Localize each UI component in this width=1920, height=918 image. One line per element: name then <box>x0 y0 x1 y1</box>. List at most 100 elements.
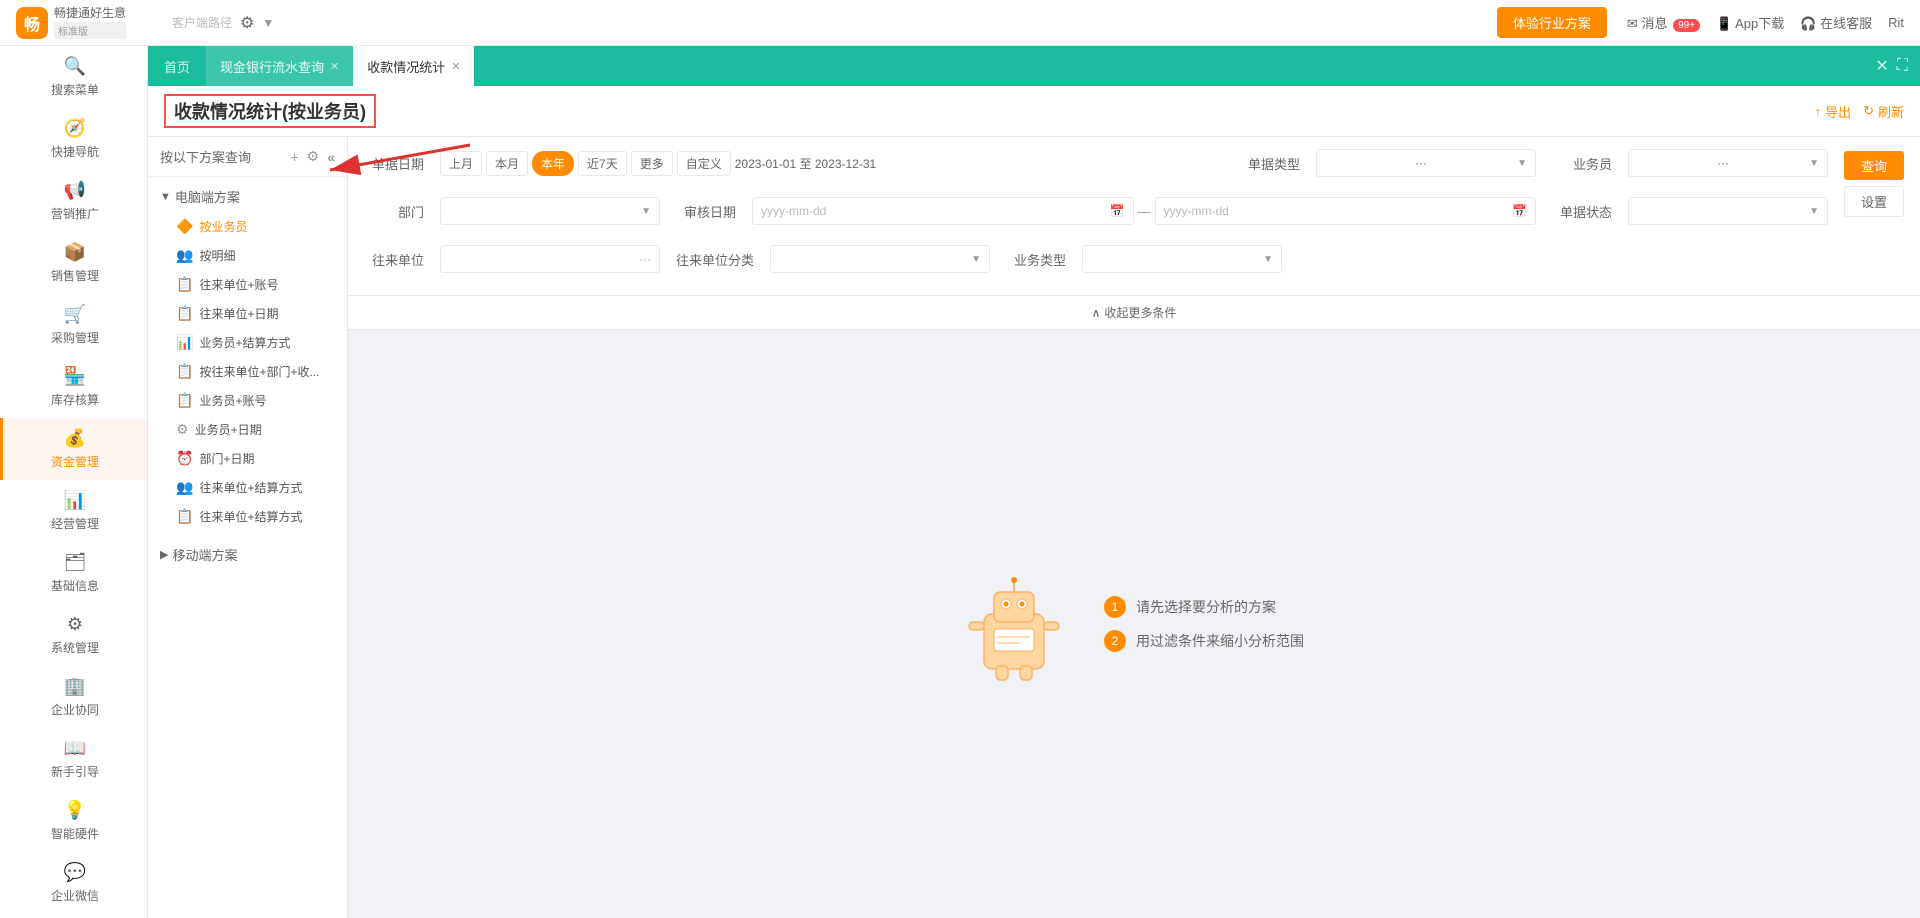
sidebar-item-finance-label: 资金管理 <box>51 453 99 470</box>
collapse-bar[interactable]: ∧ 收起更多条件 <box>348 296 1920 330</box>
page-header-actions: ↑ 导出 ↻ 刷新 <box>1815 102 1904 121</box>
scheme-item-dc-label: 按往来单位+部门+收... <box>199 363 319 380</box>
app-download-area[interactable]: 📱 App下载 <box>1716 13 1784 32</box>
download-icon: 📱 <box>1716 16 1732 31</box>
service-icon: 🎧 <box>1800 16 1816 31</box>
trial-btn[interactable]: 体验行业方案 <box>1497 7 1607 38</box>
scheme-item-counterparty-date[interactable]: 📋 往来单位+日期 <box>148 299 347 328</box>
app-download-label: App下载 <box>1735 16 1784 31</box>
dept-select[interactable]: ▼ <box>440 197 660 225</box>
scheme-item-cs1-icon: 👥 <box>176 479 193 496</box>
scheme-item-detail-icon: 👥 <box>176 247 193 264</box>
scheme-collapse-icon[interactable]: « <box>327 149 335 165</box>
sidebar-item-hardware[interactable]: 💡 智能硬件 <box>0 790 147 852</box>
dropdown-icon[interactable]: ▼ <box>262 16 274 30</box>
sidebar-item-system[interactable]: ⚙ 系统管理 <box>0 604 147 666</box>
sidebar-item-basicinfo[interactable]: 🗂 基础信息 <box>0 542 147 604</box>
bill-status-select[interactable]: ▼ <box>1628 197 1828 225</box>
scheme-group-mobile-header[interactable]: ▶ 移动端方案 <box>148 539 347 570</box>
sidebar-item-quicknav[interactable]: 🧭 快捷导航 <box>0 108 147 170</box>
query-btn[interactable]: 查询 <box>1844 151 1904 180</box>
counterparty-category-select[interactable]: ▼ <box>770 245 990 273</box>
step-1-label: 请先选择要分析的方案 <box>1136 597 1276 617</box>
scheme-item-cs2-icon: 📋 <box>176 508 193 525</box>
sidebar-item-newguide[interactable]: 📖 新手引导 <box>0 728 147 790</box>
review-date-end[interactable]: yyyy-mm-dd 📅 <box>1155 197 1537 225</box>
sidebar-item-operations[interactable]: 📊 经营管理 <box>0 480 147 542</box>
counterparty-select[interactable]: ··· <box>440 245 660 273</box>
tab-window-btns: ✕ ⛶ <box>1863 56 1920 76</box>
bill-status-label: 单据状态 <box>1552 202 1612 221</box>
scheme-item-by-salesperson[interactable]: 🔶 按业务员 <box>148 212 347 241</box>
scheme-settings-icon[interactable]: ⚙ <box>307 148 320 165</box>
business-type-select[interactable]: ▼ <box>1082 245 1282 273</box>
date-btn-custom[interactable]: 自定义 <box>677 151 731 176</box>
sidebar-item-search[interactable]: 🔍 搜索菜单 <box>0 46 147 108</box>
scheme-header: 按以下方案查询 + ⚙ « <box>148 137 347 177</box>
sales-icon: 📦 <box>64 242 86 263</box>
scheme-item-dept-date[interactable]: ⏰ 部门+日期 <box>148 444 347 473</box>
scheme-item-salesperson-date[interactable]: ⚙ 业务员+日期 <box>148 415 347 444</box>
sidebar-item-marketing[interactable]: 📢 营销推广 <box>0 170 147 232</box>
hardware-icon: 💡 <box>64 800 86 821</box>
sidebar-item-sales[interactable]: 📦 销售管理 <box>0 232 147 294</box>
date-btn-more[interactable]: 更多 <box>631 151 673 176</box>
scheme-group-desktop-header[interactable]: ▼ 电脑端方案 <box>148 181 347 212</box>
filter-row-dept: 部门 ▼ 审核日期 yyyy-mm-dd 📅 <box>364 197 1828 225</box>
marketing-icon: 📢 <box>64 180 86 201</box>
tab-home[interactable]: 首页 <box>148 46 206 86</box>
scheme-item-dc-icon: 📋 <box>176 363 193 380</box>
sidebar-item-system-label: 系统管理 <box>51 639 99 656</box>
online-service-area[interactable]: 🎧 在线客服 <box>1800 13 1872 32</box>
sidebar-item-collab[interactable]: 🏢 企业协同 <box>0 666 147 728</box>
user-area[interactable]: Rit <box>1888 15 1904 30</box>
scheme-item-ca-icon: 📋 <box>176 276 193 293</box>
tab-receipt-stats-close-icon[interactable]: ✕ <box>451 60 460 73</box>
tab-receipt-stats[interactable]: 收款情况统计 ✕ <box>353 46 474 86</box>
sidebar-item-wechat[interactable]: 💬 企业微信 <box>0 852 147 914</box>
sidebar-item-purchase-label: 采购管理 <box>51 329 99 346</box>
date-separator: — <box>1138 204 1151 219</box>
content-area: 按以下方案查询 + ⚙ « ▼ 电脑端方案 🔶 按业务员 <box>148 137 1920 918</box>
scheme-item-counterparty-account[interactable]: 📋 往来单位+账号 <box>148 270 347 299</box>
sidebar-item-finance[interactable]: 💰 资金管理 <box>0 418 147 480</box>
salesperson-select[interactable]: ··· ▼ <box>1628 149 1828 177</box>
settings-btn[interactable]: 设置 <box>1844 186 1904 217</box>
scheme-header-icons: + ⚙ « <box>290 148 335 165</box>
date-btn-7days[interactable]: 近7天 <box>578 151 627 176</box>
date-btn-this-year[interactable]: 本年 <box>532 151 574 176</box>
scheme-item-salesperson-account[interactable]: 📋 业务员+账号 <box>148 386 347 415</box>
window-maximize-icon[interactable]: ⛶ <box>1897 57 1908 75</box>
window-close-icon[interactable]: ✕ <box>1875 56 1888 76</box>
messages-area[interactable]: ✉ 消息 99+ <box>1627 13 1700 32</box>
scheme-item-cs2-label: 往来单位+结算方式 <box>199 508 302 525</box>
step-num-2: 2 <box>1104 630 1126 652</box>
sidebar-item-purchase[interactable]: 🛒 采购管理 <box>0 294 147 356</box>
scheme-add-icon[interactable]: + <box>290 149 298 165</box>
purchase-icon: 🛒 <box>64 304 86 325</box>
counterparty-dots-icon: ··· <box>639 252 651 266</box>
collapse-label: 收起更多条件 <box>1104 304 1176 321</box>
date-btn-last-month[interactable]: 上月 <box>440 151 482 176</box>
tab-bank-flow-close-icon[interactable]: ✕ <box>330 60 339 73</box>
sidebar-item-quicknav-label: 快捷导航 <box>51 143 99 160</box>
settings-gear-icon[interactable]: ⚙ <box>240 13 254 33</box>
export-btn[interactable]: ↑ 导出 <box>1815 102 1852 121</box>
sidebar-item-inventory[interactable]: 🏪 库存核算 <box>0 356 147 418</box>
tab-bank-flow[interactable]: 现金银行流水查询 ✕ <box>206 46 353 86</box>
empty-steps: 1 请先选择要分析的方案 2 用过滤条件来缩小分析范围 <box>1104 596 1304 652</box>
sidebar-item-member[interactable]: V 畅会员 <box>0 914 147 918</box>
type-select[interactable]: ··· ▼ <box>1316 149 1536 177</box>
date-btn-this-month[interactable]: 本月 <box>486 151 528 176</box>
review-date-start[interactable]: yyyy-mm-dd 📅 <box>752 197 1134 225</box>
export-icon: ↑ <box>1815 104 1822 119</box>
scheme-item-detail[interactable]: 👥 按明细 <box>148 241 347 270</box>
mobile-group-expand-icon: ▶ <box>160 548 168 561</box>
scheme-item-dept-combination[interactable]: 📋 按往来单位+部门+收... <box>148 357 347 386</box>
group-label: 电脑端方案 <box>175 187 240 206</box>
refresh-btn[interactable]: ↻ 刷新 <box>1863 102 1904 121</box>
scheme-item-counterparty-settlement1[interactable]: 👥 往来单位+结算方式 <box>148 473 347 502</box>
review-date-group: yyyy-mm-dd 📅 — yyyy-mm-dd 📅 <box>752 197 1536 225</box>
scheme-item-counterparty-settlement2[interactable]: 📋 往来单位+结算方式 <box>148 502 347 531</box>
scheme-item-salesperson-settlement[interactable]: 📊 业务员+结算方式 <box>148 328 347 357</box>
